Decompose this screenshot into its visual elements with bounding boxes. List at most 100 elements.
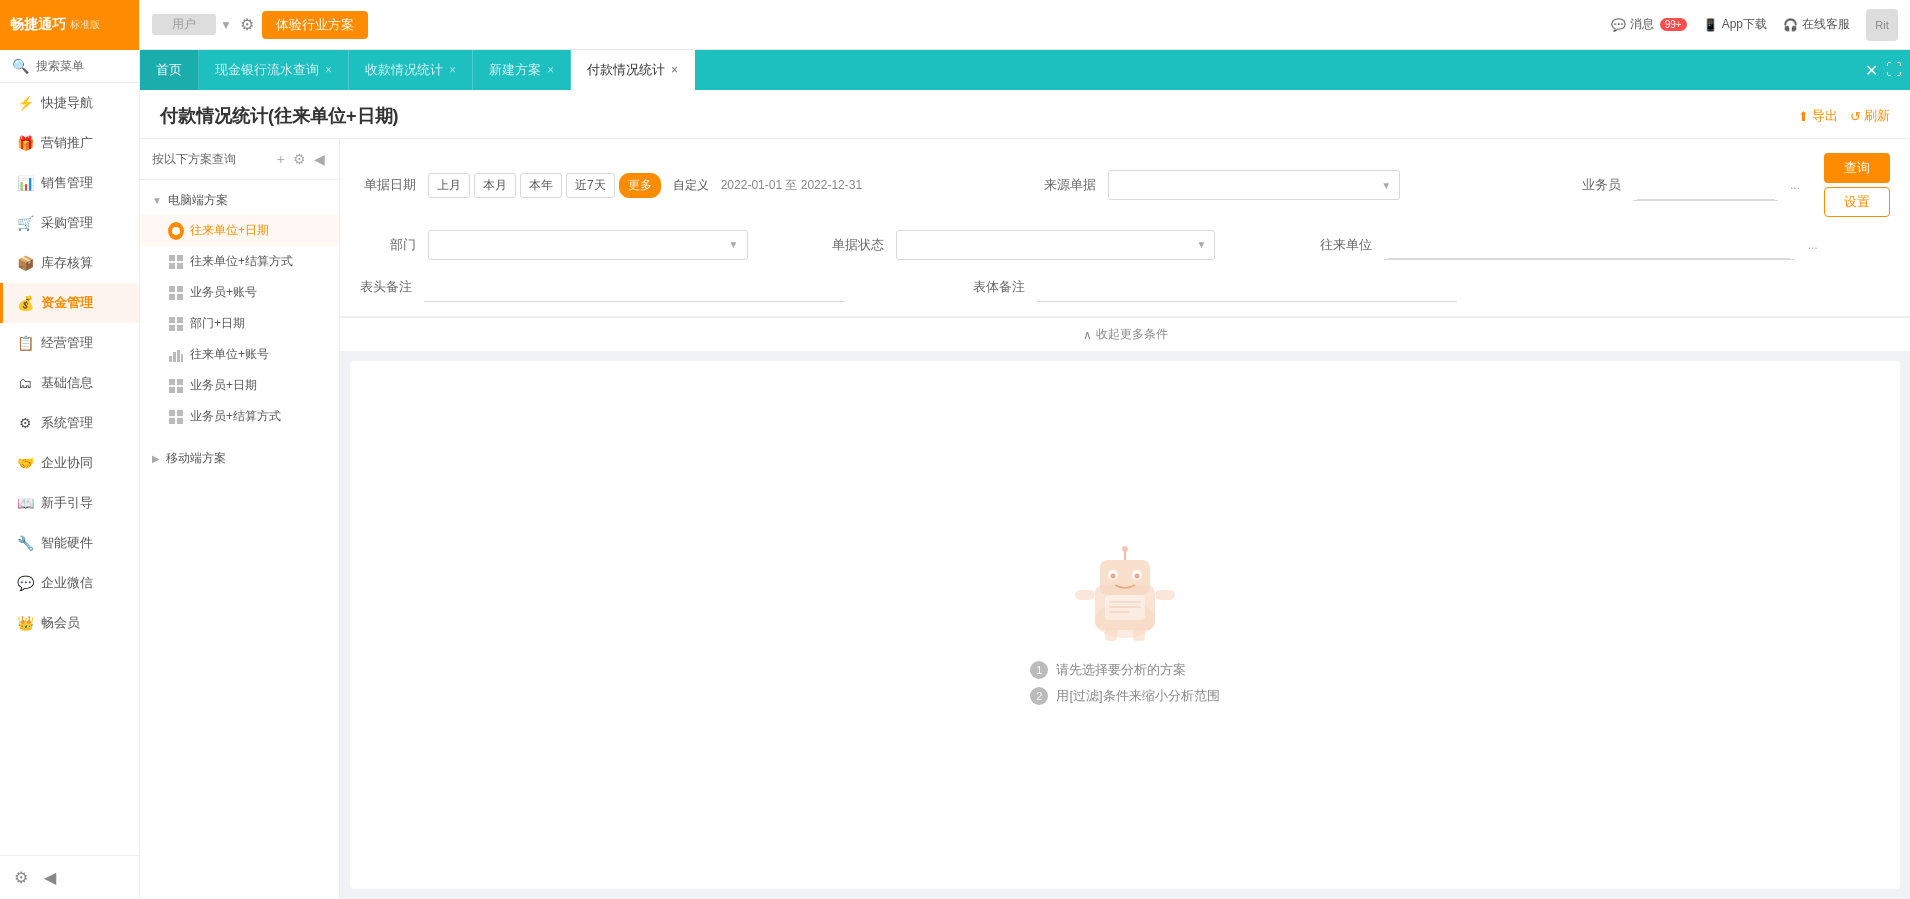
app-download-item[interactable]: 📱 App下载: [1703, 16, 1767, 33]
sidebar-item-guide[interactable]: 📖 新手引导: [0, 483, 139, 523]
sidebar-item-wechat[interactable]: 💬 企业微信: [0, 563, 139, 603]
refresh-button[interactable]: ↺ 刷新: [1850, 107, 1890, 125]
sidebar-item-inventory[interactable]: 📦 库存核算: [0, 243, 139, 283]
svg-rect-18: [169, 387, 175, 393]
sidebar-item-purchase[interactable]: 🛒 采购管理: [0, 203, 139, 243]
scheme-settings-button[interactable]: ⚙: [291, 149, 308, 169]
more-btn[interactable]: 更多: [619, 173, 661, 198]
tab-collection-stats-close[interactable]: ×: [449, 63, 456, 77]
sidebar-item-label: 经营管理: [41, 334, 93, 352]
sidebar-item-membership[interactable]: 👑 畅会员: [0, 603, 139, 643]
tab-home[interactable]: 首页: [140, 50, 199, 90]
custom-btn[interactable]: 自定义: [665, 174, 717, 197]
scheme-item-dept-date[interactable]: 部门+日期: [140, 308, 339, 339]
scheme-item-partner-account[interactable]: 往来单位+账号: [140, 339, 339, 370]
scheme-item-staff-date[interactable]: 业务员+日期: [140, 370, 339, 401]
notifications-item[interactable]: 💬 消息 99+: [1611, 16, 1687, 33]
scheme-item-partner-date[interactable]: 往来单位+日期: [140, 215, 339, 246]
date-range-display: 2022-01-01 至 2022-12-31: [721, 177, 862, 194]
scheme-group-mobile-header[interactable]: ▶ 移动端方案: [140, 444, 339, 473]
tab-bank-flow-close[interactable]: ×: [325, 63, 332, 77]
tab-payment-stats[interactable]: 付款情况统计 ×: [571, 50, 695, 90]
refresh-label: 刷新: [1864, 107, 1890, 125]
partner-more-icon[interactable]: ...: [1808, 238, 1818, 252]
svg-rect-26: [1100, 560, 1150, 595]
export-icon: ⬆: [1798, 109, 1809, 124]
scheme-item-staff-settlement[interactable]: 业务员+结算方式: [140, 401, 339, 432]
scheme-collapse-button[interactable]: ◀: [312, 149, 327, 169]
staff-more-icon[interactable]: ...: [1790, 178, 1800, 192]
scheme-item-staff-account[interactable]: 业务员+账号: [140, 277, 339, 308]
scheme-group-pc-header[interactable]: ▼ 电脑端方案: [140, 186, 339, 215]
empty-state: 1 请先选择要分析的方案 2 用[过滤]条件来缩小分析范围: [350, 361, 1900, 889]
sidebar-item-sales[interactable]: 📊 销售管理: [0, 163, 139, 203]
user-dropdown-button[interactable]: ▼: [220, 18, 232, 32]
last-month-btn[interactable]: 上月: [428, 173, 470, 198]
page-content: 付款情况统计(往来单位+日期) ⬆ 导出 ↺ 刷新 按以下方案查询 +: [140, 90, 1910, 899]
topbar-settings-button[interactable]: ⚙: [240, 15, 254, 34]
tab-new-scheme[interactable]: 新建方案 ×: [473, 50, 571, 90]
svg-rect-16: [169, 379, 175, 385]
notifications-badge: 99+: [1660, 18, 1687, 31]
date-label: 单据日期: [360, 176, 416, 194]
dept-select[interactable]: ▼: [428, 230, 748, 260]
sidebar-item-system[interactable]: ⚙ 系统管理: [0, 403, 139, 443]
doc-status-select[interactable]: ▼: [896, 230, 1216, 260]
this-year-btn[interactable]: 本年: [520, 173, 562, 198]
table-header-remark-input-area: [424, 272, 845, 302]
sidebar-logo: 畅捷通巧 标准版: [0, 0, 139, 50]
sidebar-item-operations[interactable]: 📋 经营管理: [0, 323, 139, 363]
svg-rect-20: [169, 410, 175, 416]
partner-input-area: [1384, 229, 1794, 260]
app-name: 畅捷通巧: [10, 16, 66, 34]
sidebar-item-search-menu[interactable]: 🔍 搜索菜单: [0, 50, 139, 83]
sidebar-collapse-button[interactable]: ◀: [40, 864, 60, 891]
table-body-remark-label: 表体备注: [973, 278, 1025, 296]
scheme-item-label: 业务员+账号: [190, 284, 257, 301]
tab-collection-stats[interactable]: 收款情况统计 ×: [349, 50, 473, 90]
scheme-grid-icon: [168, 254, 184, 270]
dept-chevron-icon: ▼: [729, 239, 739, 250]
table-header-remark-input[interactable]: [424, 272, 845, 302]
sidebar-item-basic-info[interactable]: 🗂 基础信息: [0, 363, 139, 403]
svg-point-32: [1122, 546, 1128, 552]
scheme-group-mobile: ▶ 移动端方案: [140, 438, 339, 479]
tab-collection-stats-label: 收款情况统计: [365, 61, 443, 79]
scheme-sidebar: 按以下方案查询 + ⚙ ◀ ▼ 电脑端方案: [140, 139, 340, 899]
sidebar-settings-button[interactable]: ⚙: [10, 864, 32, 891]
sidebar-bottom: ⚙ ◀: [0, 855, 139, 899]
query-button[interactable]: 查询: [1824, 153, 1890, 183]
customer-service-item[interactable]: 🎧 在线客服: [1783, 16, 1850, 33]
sidebar-item-marketing[interactable]: 🎁 营销推广: [0, 123, 139, 163]
sidebar-item-label: 销售管理: [41, 174, 93, 192]
tabs-right-actions: ✕ ⛶: [1857, 61, 1910, 80]
tab-close-all-button[interactable]: ✕: [1865, 61, 1878, 80]
partner-input[interactable]: [1388, 229, 1790, 259]
table-body-remark-input[interactable]: [1037, 272, 1458, 302]
sidebar-item-enterprise[interactable]: 🤝 企业协同: [0, 443, 139, 483]
user-avatar[interactable]: Rit: [1866, 9, 1898, 41]
export-button[interactable]: ⬆ 导出: [1798, 107, 1838, 125]
trial-btn[interactable]: 体验行业方案: [262, 11, 368, 39]
refresh-icon: ↺: [1850, 109, 1861, 124]
scheme-add-button[interactable]: +: [275, 149, 287, 169]
sidebar-item-quick-nav[interactable]: ⚡ 快捷导航: [0, 83, 139, 123]
svg-rect-14: [177, 350, 180, 362]
tab-new-scheme-close[interactable]: ×: [547, 63, 554, 77]
svg-rect-0: [169, 255, 175, 261]
tab-maximize-button[interactable]: ⛶: [1886, 61, 1902, 79]
staff-input[interactable]: [1637, 170, 1774, 200]
collapse-more-button[interactable]: ∧ 收起更多条件: [340, 317, 1910, 351]
last-7days-btn[interactable]: 近7天: [566, 173, 615, 198]
source-doc-select[interactable]: ▼: [1108, 170, 1401, 200]
sidebar-item-hardware[interactable]: 🔧 智能硬件: [0, 523, 139, 563]
capital-icon: 💰: [15, 293, 35, 313]
purchase-icon: 🛒: [15, 213, 35, 233]
settings-button[interactable]: 设置: [1824, 187, 1890, 217]
scheme-item-partner-settlement[interactable]: 往来单位+结算方式: [140, 246, 339, 277]
tab-payment-stats-close[interactable]: ×: [671, 63, 678, 77]
this-month-btn[interactable]: 本月: [474, 173, 516, 198]
empty-tip-1: 1 请先选择要分析的方案: [1030, 661, 1219, 679]
tab-bank-flow[interactable]: 现金银行流水查询 ×: [199, 50, 349, 90]
sidebar-item-capital[interactable]: 💰 资金管理: [0, 283, 139, 323]
